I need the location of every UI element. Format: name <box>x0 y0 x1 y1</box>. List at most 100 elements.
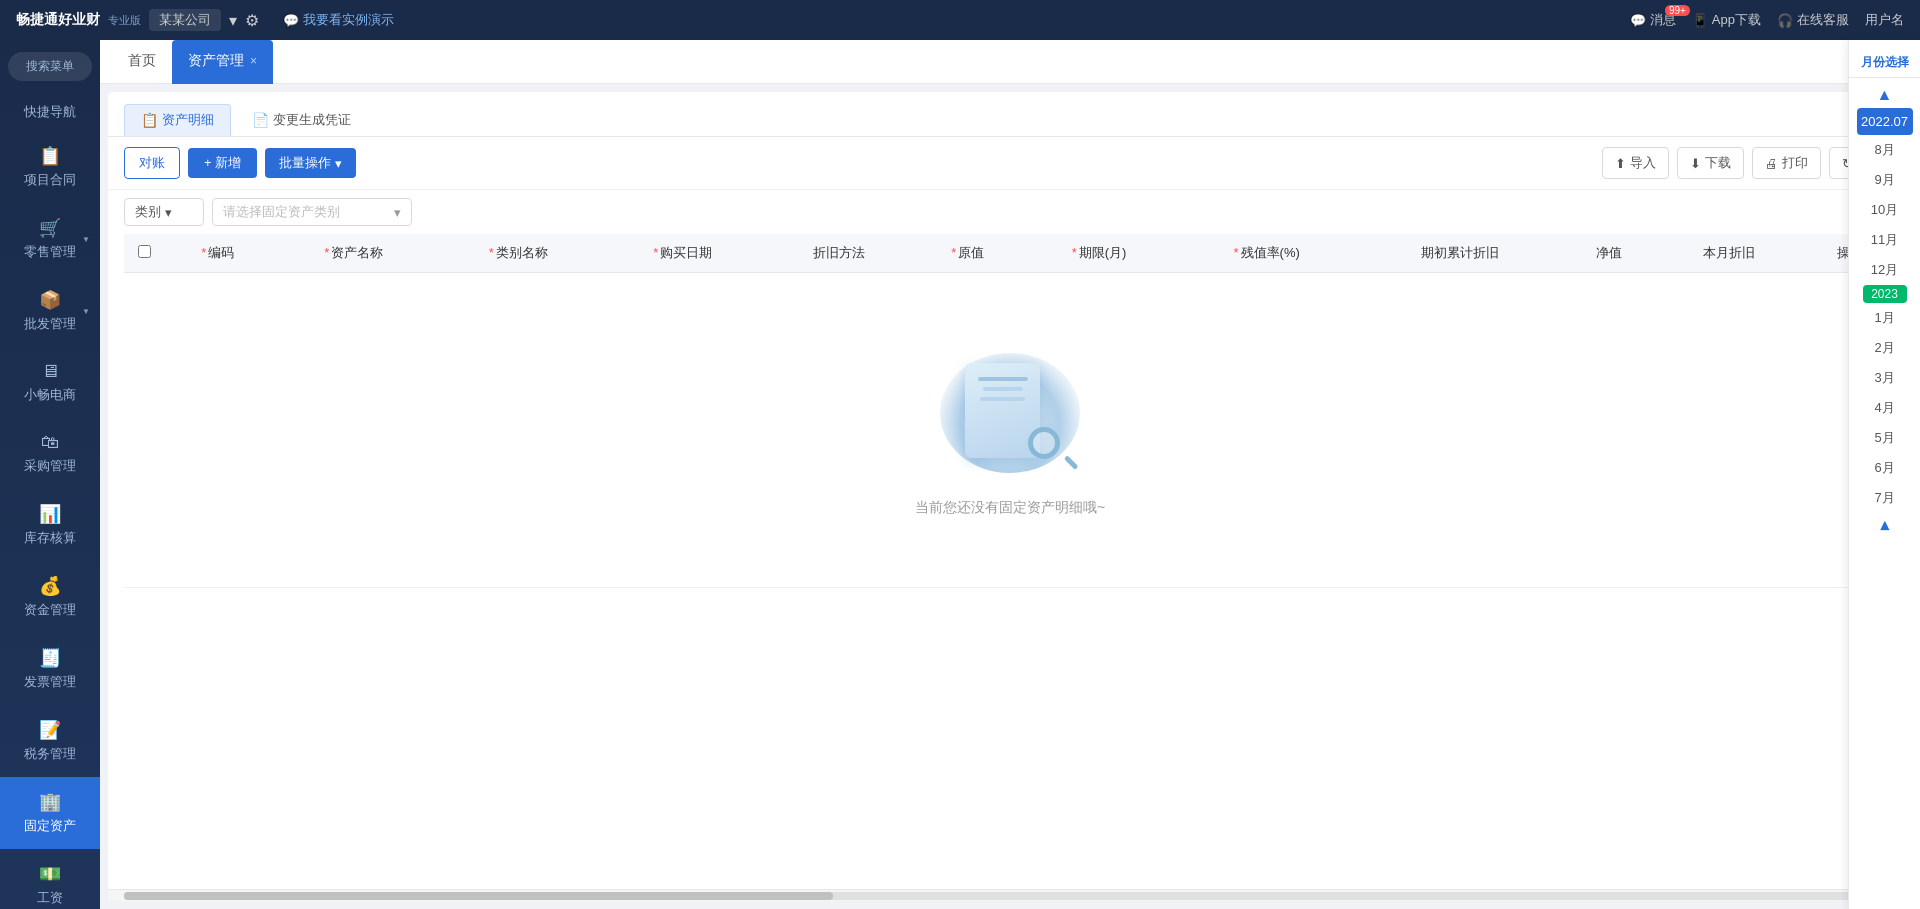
category-select[interactable]: 类别 ▾ <box>124 198 204 226</box>
category-placeholder: 请选择固定资产类别 <box>223 203 340 221</box>
print-button[interactable]: 🖨 打印 <box>1752 147 1821 179</box>
top-bar-left: 畅捷通好业财 专业版 某某公司 ▾ ⚙ 💬 我要看实例演示 <box>16 9 394 31</box>
sidebar-item-label: 固定资产 <box>24 817 76 835</box>
settings-icon[interactable]: ⚙ <box>245 11 259 30</box>
sub-tabs: 📋 资产明细 📄 变更生成凭证 <box>108 92 1912 137</box>
sidebar: 搜索菜单 快捷导航 📋 项目合同 🛒 零售管理 📦 批发管理 🖥 小畅电商 🛍 … <box>0 40 100 909</box>
sidebar-item-assets[interactable]: 🏢 固定资产 <box>0 777 100 849</box>
wholesale-icon: 📦 <box>39 289 61 311</box>
tax-icon: 📝 <box>39 719 61 741</box>
sidebar-item-wholesale[interactable]: 📦 批发管理 <box>0 275 100 347</box>
month-9[interactable]: 9月 <box>1849 165 1920 195</box>
scroll-thumb[interactable] <box>124 892 833 900</box>
col-period: *期限(月) <box>1022 234 1177 273</box>
company-name[interactable]: 某某公司 <box>149 9 221 31</box>
sidebar-item-label: 库存核算 <box>24 529 76 547</box>
month-nav-up[interactable]: ▲ <box>1873 82 1897 108</box>
service-icon: 🎧 <box>1777 13 1793 28</box>
sidebar-item-finance[interactable]: 💰 资金管理 <box>0 561 100 633</box>
month-7[interactable]: 7月 <box>1849 483 1920 513</box>
sidebar-item-ecommerce[interactable]: 🖥 小畅电商 <box>0 347 100 418</box>
month-panel-title: 月份选择 <box>1849 48 1920 78</box>
batch-arrow-icon: ▾ <box>335 156 342 171</box>
ecommerce-icon: 🖥 <box>41 361 59 382</box>
col-residual-rate: *残值率(%) <box>1177 234 1357 273</box>
month-panel: 月份选择 ▲ 2022.07 8月 9月 10月 11月 12月 2023 1月… <box>1848 40 1920 909</box>
sidebar-item-label: 批发管理 <box>24 315 76 333</box>
empty-state: 当前您还没有固定资产明细哦~ <box>132 283 1888 577</box>
demo-link[interactable]: 💬 我要看实例演示 <box>283 11 394 29</box>
company-dropdown-icon[interactable]: ▾ <box>229 11 237 30</box>
demo-label: 我要看实例演示 <box>303 11 394 29</box>
month-6[interactable]: 6月 <box>1849 453 1920 483</box>
home-tab-label: 首页 <box>128 52 156 70</box>
salary-icon: 💵 <box>39 863 61 885</box>
select-all-checkbox[interactable] <box>138 245 151 258</box>
month-3[interactable]: 3月 <box>1849 363 1920 393</box>
month-10[interactable]: 10月 <box>1849 195 1920 225</box>
tab-bar: 首页 资产管理 × <box>100 40 1920 84</box>
sidebar-item-inventory[interactable]: 📊 库存核算 <box>0 489 100 561</box>
bottom-scroll-bar[interactable] <box>108 889 1912 901</box>
download-button[interactable]: ⬇ 下载 <box>1677 147 1744 179</box>
search-menu-button[interactable]: 搜索菜单 <box>8 52 92 81</box>
reconcile-button[interactable]: 对账 <box>124 147 180 179</box>
month-nav-down[interactable]: ▼ <box>1873 513 1897 539</box>
month-12[interactable]: 12月 <box>1849 255 1920 285</box>
assets-table: *编码 *资产名称 *类别名称 *购买日期 折旧方法 *原值 *期限(月) *残… <box>124 234 1896 588</box>
online-service-button[interactable]: 🎧 在线客服 <box>1777 11 1849 29</box>
app-icon: 📱 <box>1692 13 1708 28</box>
batch-operations-button[interactable]: 批量操作 ▾ <box>265 148 356 178</box>
sidebar-item-label: 采购管理 <box>24 457 76 475</box>
month-5[interactable]: 5月 <box>1849 423 1920 453</box>
sub-tab-change-voucher[interactable]: 📄 变更生成凭证 <box>235 104 368 136</box>
sidebar-item-label: 工资 <box>37 889 63 907</box>
month-1[interactable]: 1月 <box>1849 303 1920 333</box>
user-name[interactable]: 用户名 <box>1865 11 1904 29</box>
month-current[interactable]: 2022.07 <box>1857 108 1913 135</box>
col-code: *编码 <box>164 234 272 273</box>
import-button[interactable]: ⬆ 导入 <box>1602 147 1669 179</box>
col-category: *类别名称 <box>436 234 600 273</box>
add-button[interactable]: + 新增 <box>188 148 257 178</box>
month-11[interactable]: 11月 <box>1849 225 1920 255</box>
assets-detail-label: 资产明细 <box>162 111 214 129</box>
assets-icon: 🏢 <box>39 791 61 813</box>
sidebar-item-tax[interactable]: 📝 税务管理 <box>0 705 100 777</box>
col-accumulated-depreciation: 期初累计折旧 <box>1357 234 1563 273</box>
col-name: *资产名称 <box>272 234 436 273</box>
col-depreciation-method: 折旧方法 <box>765 234 914 273</box>
sidebar-item-salary[interactable]: 💵 工资 <box>0 849 100 909</box>
tab-assets-management[interactable]: 资产管理 × <box>172 40 273 84</box>
sub-tab-assets-detail[interactable]: 📋 资产明细 <box>124 104 231 136</box>
month-8[interactable]: 8月 <box>1849 135 1920 165</box>
app-download-button[interactable]: 📱 App下载 <box>1692 11 1761 29</box>
sidebar-item-label: 发票管理 <box>24 673 76 691</box>
messages-button[interactable]: 💬 消息 99+ <box>1630 11 1676 29</box>
month-2[interactable]: 2月 <box>1849 333 1920 363</box>
print-label: 打印 <box>1782 154 1808 172</box>
quick-nav-button[interactable]: 快捷导航 <box>0 93 100 131</box>
search-menu-area[interactable]: 搜索菜单 <box>0 40 100 93</box>
category-label: 类别 <box>135 203 161 221</box>
tab-close-icon[interactable]: × <box>250 54 257 68</box>
sidebar-item-purchase[interactable]: 🛍 采购管理 <box>0 418 100 489</box>
category-input[interactable]: 请选择固定资产类别 ▾ <box>212 198 412 226</box>
tab-home[interactable]: 首页 <box>112 40 172 84</box>
sidebar-item-project[interactable]: 📋 项目合同 <box>0 131 100 203</box>
purchase-icon: 🛍 <box>41 432 59 453</box>
sidebar-item-invoice[interactable]: 🧾 发票管理 <box>0 633 100 705</box>
sidebar-item-label: 税务管理 <box>24 745 76 763</box>
top-bar-right: 💬 消息 99+ 📱 App下载 🎧 在线客服 用户名 <box>1630 11 1904 29</box>
message-icon: 💬 <box>1630 13 1646 28</box>
magnifier-icon <box>1028 427 1074 473</box>
print-icon: 🖨 <box>1765 156 1778 171</box>
download-label: 下载 <box>1705 154 1731 172</box>
sidebar-item-retail[interactable]: 🛒 零售管理 <box>0 203 100 275</box>
page-content: 📋 资产明细 📄 变更生成凭证 对账 + 新增 批量操作 ▾ ⬆ <box>108 92 1912 901</box>
month-4[interactable]: 4月 <box>1849 393 1920 423</box>
download-icon: ⬇ <box>1690 156 1701 171</box>
change-voucher-icon: 📄 <box>252 112 269 128</box>
main-content: 首页 资产管理 × 📋 资产明细 📄 变更生成凭证 <box>100 40 1920 909</box>
batch-label: 批量操作 <box>279 154 331 172</box>
